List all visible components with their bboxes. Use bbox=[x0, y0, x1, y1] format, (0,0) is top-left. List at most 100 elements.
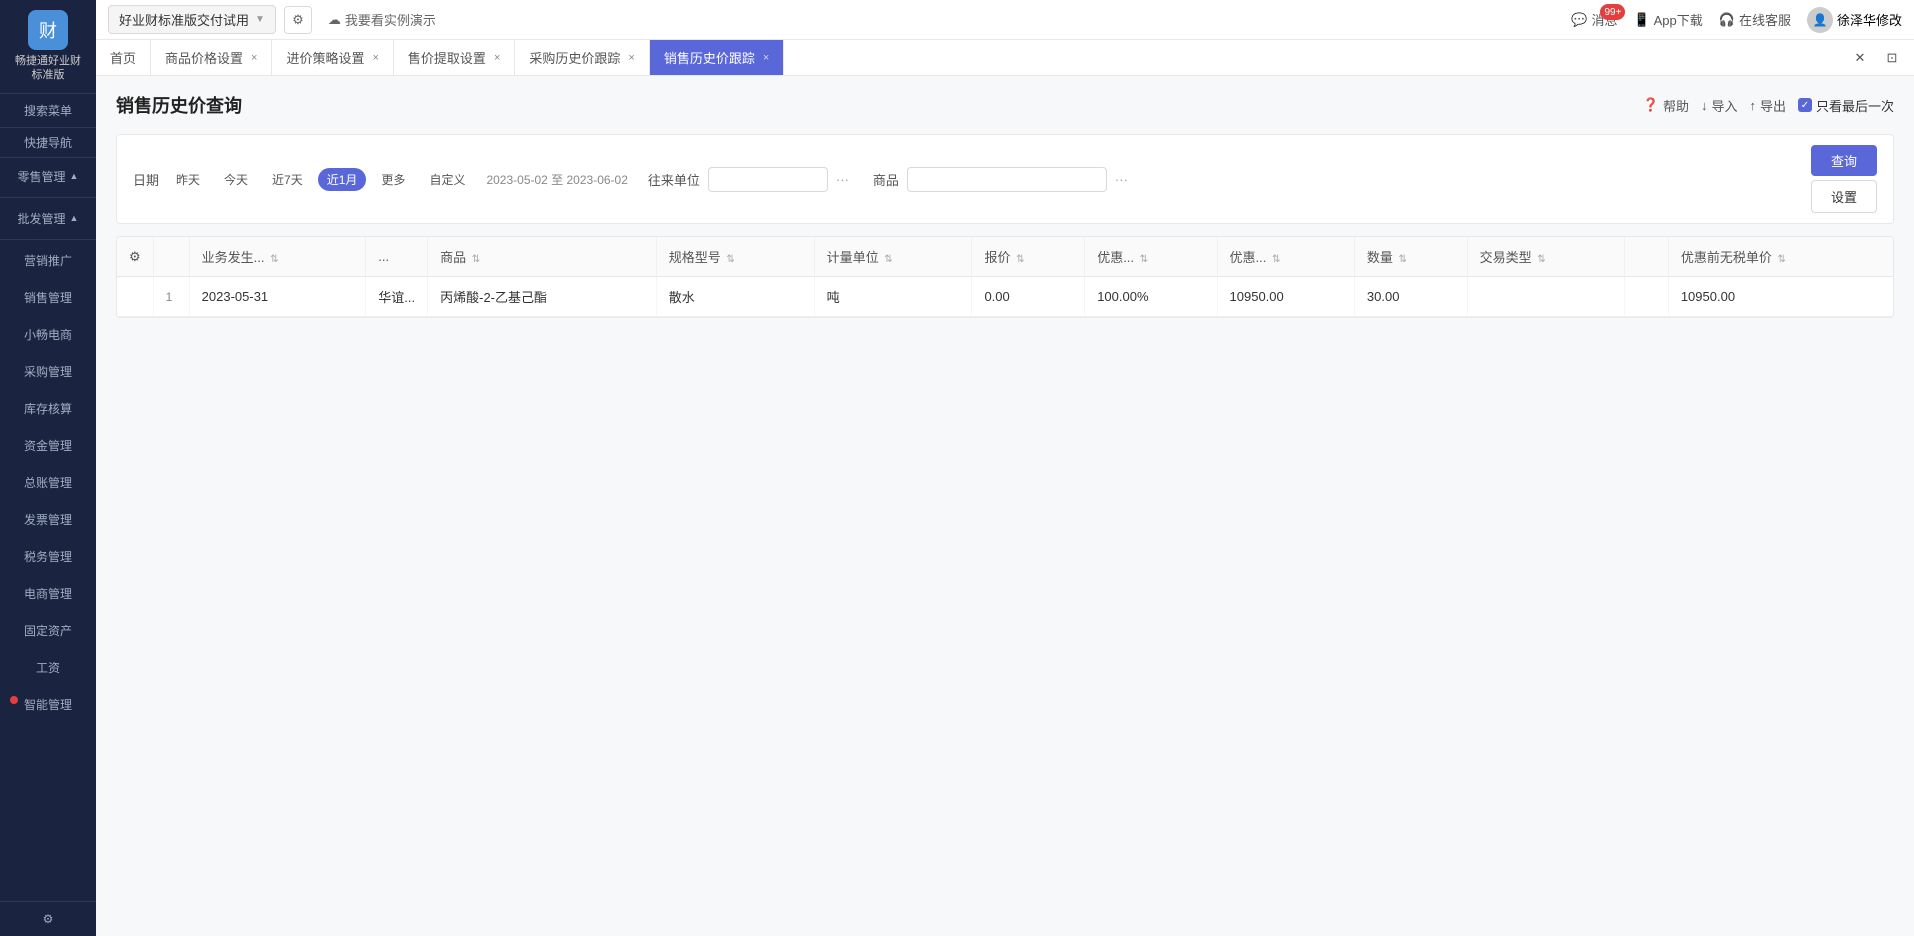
sort-icon: ⇅ bbox=[1016, 254, 1024, 265]
tab-maximize-button[interactable]: ⊡ bbox=[1878, 44, 1906, 72]
date-btn-last7[interactable]: 近7天 bbox=[263, 168, 312, 191]
date-btn-today[interactable]: 今天 bbox=[215, 168, 257, 191]
col-discount1[interactable]: 优惠... ⇅ bbox=[1085, 237, 1217, 277]
tab-close-icon[interactable]: × bbox=[628, 52, 634, 64]
tab-sales-history[interactable]: 销售历史价跟踪 × bbox=[650, 40, 784, 76]
topbar-right: 💬 消息 99+ 📱 App下载 🎧 在线客服 👤 徐泽华修改 bbox=[1571, 7, 1902, 33]
sidebar-item-smart[interactable]: 智能管理 bbox=[0, 686, 96, 723]
col-more[interactable]: ... bbox=[366, 237, 428, 277]
workspace-label: 好业财标准版交付试用 bbox=[119, 10, 249, 29]
cell-quantity: 30.00 bbox=[1354, 277, 1467, 317]
cell-settings bbox=[117, 277, 153, 317]
sidebar-item-fixed-assets[interactable]: 固定资产 bbox=[0, 612, 96, 649]
product-input[interactable] bbox=[907, 167, 1107, 192]
sidebar-item-finance[interactable]: 资金管理 bbox=[0, 427, 96, 464]
sidebar-bottom-settings[interactable]: ⚙ bbox=[0, 901, 96, 936]
sidebar-item-inventory[interactable]: 库存核算 bbox=[0, 390, 96, 427]
col-label: 数量 bbox=[1367, 250, 1393, 265]
online-service-label: 在线客服 bbox=[1739, 10, 1791, 29]
sidebar-search[interactable]: 搜索菜单 bbox=[0, 94, 96, 128]
date-btn-last1m[interactable]: 近1月 bbox=[318, 168, 367, 191]
tab-close-icon[interactable]: × bbox=[494, 52, 500, 64]
tab-product-price[interactable]: 商品价格设置 × bbox=[151, 40, 272, 76]
message-button[interactable]: 💬 消息 99+ bbox=[1571, 10, 1617, 29]
sidebar-item-wholesale[interactable]: 批发管理 ▲ bbox=[0, 200, 96, 237]
page-header: 销售历史价查询 ❓ 帮助 ↓ 导入 ↑ 导出 ✓ 只看最后一次 bbox=[116, 92, 1894, 118]
sidebar-item-ledger[interactable]: 总账管理 bbox=[0, 464, 96, 501]
filter-settings-button[interactable]: 设置 bbox=[1811, 180, 1877, 213]
demo-link[interactable]: ☁ 我要看实例演示 bbox=[328, 10, 436, 29]
tab-close-icon[interactable]: × bbox=[372, 52, 378, 64]
tab-purchase-strategy[interactable]: 进价策略设置 × bbox=[272, 40, 393, 76]
date-btn-more[interactable]: 更多 bbox=[372, 168, 414, 191]
date-btn-yesterday[interactable]: 昨天 bbox=[167, 168, 209, 191]
col-settings[interactable]: ⚙ bbox=[117, 237, 153, 277]
sidebar-item-invoice[interactable]: 发票管理 bbox=[0, 501, 96, 538]
cell-biz-date: 2023-05-31 bbox=[189, 277, 366, 317]
tab-label: 进价策略设置 bbox=[286, 48, 364, 67]
user-name: 徐泽华修改 bbox=[1837, 10, 1902, 29]
cell-more: 华谊... bbox=[366, 277, 428, 317]
col-price[interactable]: 报价 ⇅ bbox=[972, 237, 1085, 277]
filter-buttons: 查询 设置 bbox=[1811, 145, 1877, 213]
app-download-button[interactable]: 📱 App下载 bbox=[1633, 10, 1702, 29]
sort-icon: ⇅ bbox=[472, 254, 480, 265]
sidebar-item-ecommerce-mini[interactable]: 小畅电商 bbox=[0, 316, 96, 353]
sidebar-item-ecommerce[interactable]: 电商管理 bbox=[0, 575, 96, 612]
tab-price-extract[interactable]: 售价提取设置 × bbox=[394, 40, 515, 76]
cell-discount1: 100.00% bbox=[1085, 277, 1217, 317]
col-label: 商品 bbox=[440, 250, 466, 265]
tabbar-actions: ✕ ⊡ bbox=[1838, 44, 1914, 72]
page-title: 销售历史价查询 bbox=[116, 92, 242, 118]
col-quantity[interactable]: 数量 ⇅ bbox=[1354, 237, 1467, 277]
checkbox-checked-icon: ✓ bbox=[1798, 98, 1812, 112]
col-pre-tax-price[interactable]: 优惠前无税单价 ⇅ bbox=[1668, 237, 1893, 277]
tab-close-icon[interactable]: × bbox=[763, 52, 769, 64]
sidebar-item-marketing[interactable]: 营销推广 bbox=[0, 242, 96, 279]
export-button[interactable]: ↑ 导出 bbox=[1749, 96, 1786, 115]
tab-label: 商品价格设置 bbox=[165, 48, 243, 67]
sidebar-item-tax[interactable]: 税务管理 bbox=[0, 538, 96, 575]
user-info[interactable]: 👤 徐泽华修改 bbox=[1807, 7, 1902, 33]
date-range-display: 2023-05-02 至 2023-06-02 bbox=[486, 171, 627, 188]
sidebar-nav[interactable]: 快捷导航 bbox=[0, 128, 96, 158]
sidebar-item-purchase[interactable]: 采购管理 bbox=[0, 353, 96, 390]
sidebar-item-sales[interactable]: 销售管理 bbox=[0, 279, 96, 316]
sidebar-item-label: 采购管理 bbox=[24, 363, 72, 380]
col-trade-type[interactable]: 交易类型 ⇅ bbox=[1467, 237, 1625, 277]
sort-icon: ⇅ bbox=[1537, 254, 1545, 265]
tab-home[interactable]: 首页 bbox=[96, 40, 151, 76]
only-last-checkbox[interactable]: ✓ 只看最后一次 bbox=[1798, 96, 1894, 115]
date-btn-custom[interactable]: 自定义 bbox=[420, 168, 474, 191]
help-button[interactable]: ❓ 帮助 bbox=[1643, 96, 1689, 115]
help-label: 帮助 bbox=[1663, 96, 1689, 115]
topbar-settings-button[interactable]: ⚙ bbox=[284, 6, 312, 34]
sidebar-item-label: 小畅电商 bbox=[24, 326, 72, 343]
col-unit[interactable]: 计量单位 ⇅ bbox=[814, 237, 972, 277]
tab-label: 首页 bbox=[110, 48, 136, 67]
tab-close-icon[interactable]: × bbox=[251, 52, 257, 64]
avatar: 👤 bbox=[1807, 7, 1833, 33]
source-input[interactable] bbox=[708, 167, 828, 192]
date-label: 日期 bbox=[133, 170, 159, 189]
col-spec[interactable]: 规格型号 ⇅ bbox=[656, 237, 814, 277]
col-discount2[interactable]: 优惠... ⇅ bbox=[1217, 237, 1354, 277]
product-dots-button[interactable]: ··· bbox=[1111, 170, 1132, 189]
import-button[interactable]: ↓ 导入 bbox=[1701, 96, 1738, 115]
col-spacer bbox=[1625, 237, 1668, 277]
query-button[interactable]: 查询 bbox=[1811, 145, 1877, 176]
source-dots-button[interactable]: ··· bbox=[832, 170, 853, 189]
col-biz-date[interactable]: 业务发生... ⇅ bbox=[189, 237, 366, 277]
settings-icon: ⚙ bbox=[43, 912, 54, 926]
workspace-selector[interactable]: 好业财标准版交付试用 ▼ bbox=[108, 5, 276, 34]
tab-purchase-history[interactable]: 采购历史价跟踪 × bbox=[515, 40, 649, 76]
online-service-button[interactable]: 🎧 在线客服 bbox=[1719, 10, 1791, 29]
col-product[interactable]: 商品 ⇅ bbox=[428, 237, 657, 277]
sidebar-item-label: 工资 bbox=[36, 659, 60, 676]
cell-price: 0.00 bbox=[972, 277, 1085, 317]
cell-spec: 散水 bbox=[656, 277, 814, 317]
sidebar-item-label: 营销推广 bbox=[24, 252, 72, 269]
sidebar-item-retail[interactable]: 零售管理 ▲ bbox=[0, 158, 96, 195]
sidebar-item-salary[interactable]: 工资 bbox=[0, 649, 96, 686]
tab-close-all-button[interactable]: ✕ bbox=[1846, 44, 1874, 72]
